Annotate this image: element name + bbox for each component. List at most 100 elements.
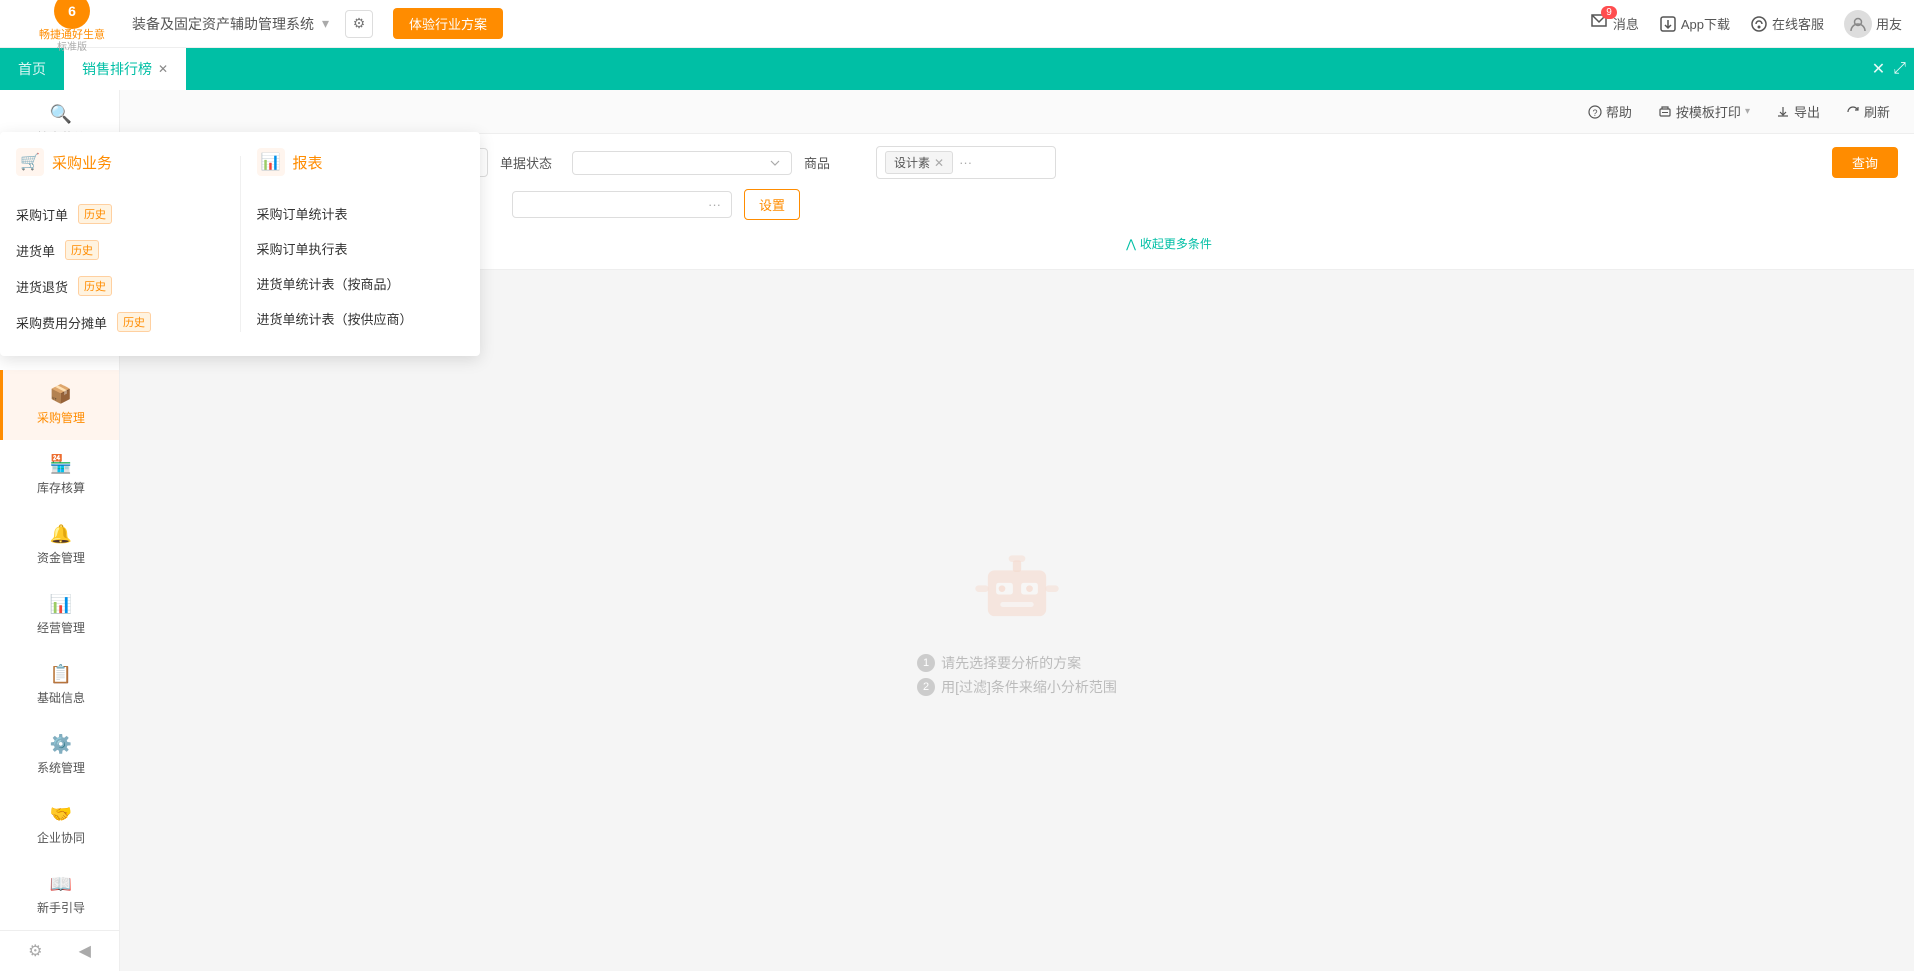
sidebar-item-purchase-label: 采购管理 xyxy=(37,409,85,426)
message-label: 消息 xyxy=(1613,14,1639,33)
refresh-label: 刷新 xyxy=(1864,102,1890,121)
query-button[interactable]: 查询 xyxy=(1832,147,1898,178)
sidebar-item-system-label: 系统管理 xyxy=(37,759,85,776)
sidebar-item-finance[interactable]: 🔔 资金管理 xyxy=(0,510,119,580)
dropdown-purchase-expense-label: 采购费用分摊单 xyxy=(16,313,107,332)
user-item[interactable]: 用友 xyxy=(1844,10,1902,38)
tab-sales-rank[interactable]: 销售排行榜 ✕ xyxy=(64,48,186,90)
operation-icon: 📊 xyxy=(50,594,72,615)
empty-tip-1-text: 请先选择要分析的方案 xyxy=(941,653,1081,673)
refresh-button[interactable]: 刷新 xyxy=(1838,98,1898,125)
tab-expand-icon[interactable]: ⤢ xyxy=(1893,60,1906,78)
empty-illustration xyxy=(967,537,1067,637)
tab-close-all-icon[interactable]: ✕ xyxy=(1872,59,1885,79)
sidebar-item-guide[interactable]: 📖 新手引导 xyxy=(0,860,119,930)
sidebar-item-guide-label: 新手引导 xyxy=(37,899,85,916)
dropdown-purchase-order-label: 采购订单 xyxy=(16,205,68,224)
dropdown-stock-in-stat-supplier[interactable]: 进货单统计表（按供应商） xyxy=(257,301,465,336)
sidebar-item-corp[interactable]: 🤝 企业协同 xyxy=(0,790,119,860)
empty-tip-2-text: 用[过滤]条件来缩小分析范围 xyxy=(941,677,1117,697)
goods-tag-value: 设计素 xyxy=(894,154,930,171)
sidebar-item-system[interactable]: ⚙️ 系统管理 xyxy=(0,720,119,790)
finance-icon: 🔔 xyxy=(50,524,72,545)
history-badge-purchase-order: 历史 xyxy=(78,204,112,224)
dropdown-stock-in-stat-goods[interactable]: 进货单统计表（按商品） xyxy=(257,266,465,301)
dropdown-return-goods-label: 进货退货 xyxy=(16,277,68,296)
online-service-label: 在线客服 xyxy=(1772,14,1824,33)
brand-name: 畅捷通好生意 xyxy=(39,29,105,42)
sidebar-item-operation[interactable]: 📊 经营管理 xyxy=(0,580,119,650)
help-button[interactable]: ? 帮助 xyxy=(1580,98,1640,125)
goods-tag-close[interactable]: ✕ xyxy=(934,156,944,170)
purchase-report-header: 📊 报表 xyxy=(257,148,465,184)
inventory-icon: 🏪 xyxy=(50,454,72,475)
dropdown-purchase-order-stat[interactable]: 采购订单统计表 xyxy=(257,196,465,231)
brand-version: 标准版 xyxy=(57,42,87,54)
app-download-item[interactable]: App下载 xyxy=(1659,14,1730,33)
svg-text:6: 6 xyxy=(68,3,76,19)
purchase-report-col: 📊 报表 采购订单统计表 采购订单执行表 进货单统计表（按商品） 进货单统计表（… xyxy=(241,148,481,340)
sidebar-collapse-button[interactable]: ◀ xyxy=(79,941,91,961)
export-button[interactable]: 导出 xyxy=(1768,98,1828,125)
tab-close-icon[interactable]: ✕ xyxy=(158,62,168,76)
history-badge-purchase-expense: 历史 xyxy=(117,312,151,332)
sidebar-item-inventory-label: 库存核算 xyxy=(37,479,85,496)
sidebar-bottom: ⚙ ◀ xyxy=(0,930,119,971)
sidebar-item-basic-label: 基础信息 xyxy=(37,689,85,706)
system-title-area: 装备及固定资产辅助管理系统 ▾ ⚙ 体验行业方案 xyxy=(132,8,503,39)
dropdown-purchase-order-exec-label: 采购订单执行表 xyxy=(257,239,348,258)
main-layout: 🔍 搜索菜单 🏠 快捷导航 📢 营销推广 💼 销售管理 📦 采购管理 🏪 xyxy=(0,90,1914,967)
collapse-filter-button[interactable]: ⋀ 收起更多条件 xyxy=(1126,235,1212,252)
industry-solution-button[interactable]: 体验行业方案 xyxy=(393,8,503,39)
dropdown-stock-in-stat-goods-label: 进货单统计表（按商品） xyxy=(257,274,400,293)
tab-bar: 首页 销售排行榜 ✕ ✕ ⤢ xyxy=(0,48,1914,90)
sidebar-item-purchase[interactable]: 📦 采购管理 xyxy=(0,370,119,440)
collapse-label: 收起更多条件 xyxy=(1140,235,1212,252)
goods-label: 商品 xyxy=(804,153,864,172)
dropdown-purchase-order-exec[interactable]: 采购订单执行表 xyxy=(257,231,465,266)
system-icon: ⚙️ xyxy=(50,734,72,755)
history-badge-return-goods: 历史 xyxy=(78,276,112,296)
dropdown-return-goods[interactable]: 进货退货 历史 xyxy=(16,268,224,304)
goods-dots[interactable]: ··· xyxy=(959,155,972,170)
empty-tip-1: 1 请先选择要分析的方案 xyxy=(917,653,1117,673)
dropdown-stock-in-label: 进货单 xyxy=(16,241,55,260)
purchase-business-header-label: 采购业务 xyxy=(52,152,112,173)
dropdown-stock-in[interactable]: 进货单 历史 xyxy=(16,232,224,268)
template-print-button[interactable]: 按模板打印 ▾ xyxy=(1650,98,1758,125)
salesperson-select[interactable]: ··· xyxy=(512,191,732,218)
status-label: 单据状态 xyxy=(500,153,560,172)
tab-home[interactable]: 首页 xyxy=(0,48,64,90)
tab-bar-right: ✕ ⤢ xyxy=(1872,59,1914,79)
title-dropdown-icon[interactable]: ▾ xyxy=(322,15,329,32)
online-service-item[interactable]: 在线客服 xyxy=(1750,14,1824,33)
sidebar-settings-button[interactable]: ⚙ xyxy=(28,941,42,961)
setting-button[interactable]: 设置 xyxy=(744,189,800,220)
purchase-dropdown-menu: 🛒 采购业务 采购订单 历史 进货单 历史 进货退货 历史 采购费用分摊单 xyxy=(0,132,480,356)
settings-gear-button[interactable]: ⚙ xyxy=(345,10,373,38)
dropdown-purchase-order-stat-label: 采购订单统计表 xyxy=(257,204,348,223)
goods-input[interactable]: 设计素 ✕ ··· xyxy=(876,146,1056,179)
sidebar-item-corp-label: 企业协同 xyxy=(37,829,85,846)
dropdown-purchase-order[interactable]: 采购订单 历史 xyxy=(16,196,224,232)
toolbar: ? 帮助 按模板打印 ▾ 导出 刷新 xyxy=(120,90,1914,134)
dropdown-purchase-expense[interactable]: 采购费用分摊单 历史 xyxy=(16,304,224,340)
goods-tag: 设计素 ✕ xyxy=(885,151,953,174)
template-print-dropdown-icon[interactable]: ▾ xyxy=(1745,106,1750,117)
header-right: 9 消息 App下载 在线客服 用友 xyxy=(1589,10,1902,38)
purchase-business-header-icon: 🛒 xyxy=(16,148,44,176)
purchase-business-col: 🛒 采购业务 采购订单 历史 进货单 历史 进货退货 历史 采购费用分摊单 xyxy=(0,148,240,340)
collapse-up-icon: ⋀ xyxy=(1126,237,1136,251)
sidebar-item-basic[interactable]: 📋 基础信息 xyxy=(0,650,119,720)
purchase-report-header-label: 报表 xyxy=(293,152,323,173)
sidebar-item-finance-label: 资金管理 xyxy=(37,549,85,566)
status-select[interactable] xyxy=(572,151,792,175)
empty-tips: 1 请先选择要分析的方案 2 用[过滤]条件来缩小分析范围 xyxy=(917,649,1117,701)
empty-state: 1 请先选择要分析的方案 2 用[过滤]条件来缩小分析范围 xyxy=(120,270,1914,967)
salesperson-dots[interactable]: ··· xyxy=(708,197,721,212)
guide-icon: 📖 xyxy=(50,874,72,895)
message-item[interactable]: 9 消息 xyxy=(1589,12,1639,35)
message-icon-wrapper: 9 xyxy=(1589,12,1609,35)
purchase-icon: 📦 xyxy=(50,384,72,405)
sidebar-item-inventory[interactable]: 🏪 库存核算 xyxy=(0,440,119,510)
